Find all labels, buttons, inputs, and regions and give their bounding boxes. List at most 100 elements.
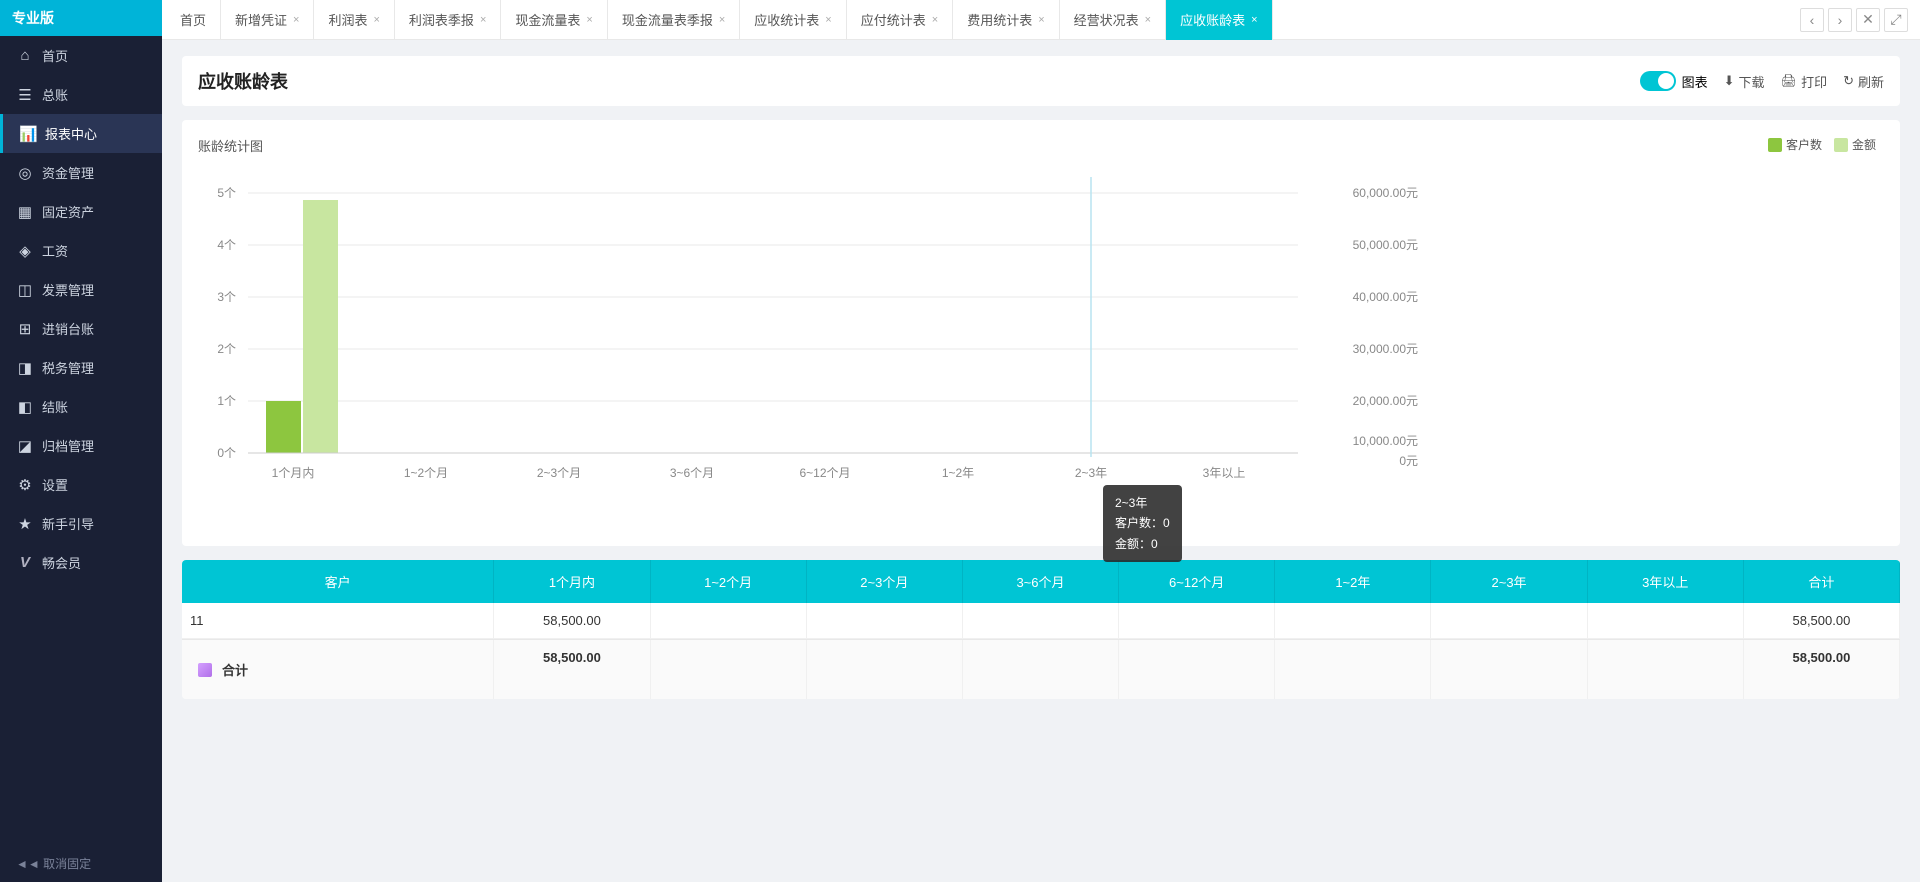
tab-profit-close[interactable]: × <box>373 14 379 26</box>
tab-ar-age-label: 应收账龄表 <box>1180 10 1245 29</box>
sidebar-label-funds: 资金管理 <box>42 163 94 182</box>
tab-home-label: 首页 <box>180 10 206 29</box>
total-m12 <box>651 640 807 699</box>
svg-text:40,000.00元: 40,000.00元 <box>1353 290 1418 304</box>
tab-home[interactable]: 首页 <box>166 0 221 40</box>
legend-amount: 金额 <box>1834 136 1876 153</box>
tab-biz[interactable]: 经营状况表 × <box>1060 0 1166 40</box>
vip-icon: V <box>16 554 34 571</box>
tab-profit-q[interactable]: 利润表季报 × <box>395 0 501 40</box>
tab-expand-btn[interactable]: ⤢ <box>1884 8 1908 32</box>
chart-toggle-group: 图表 <box>1640 71 1708 91</box>
tab-profit-label: 利润表 <box>328 10 367 29</box>
td-m36-0 <box>963 603 1119 638</box>
tab-profit-q-label: 利润表季报 <box>409 10 474 29</box>
page-header: 应收账龄表 图表 ⬇ 下载 🖨 打印 ↻ 刷新 <box>182 56 1900 106</box>
sidebar-item-assets[interactable]: ▦ 固定资产 <box>0 192 162 231</box>
sidebar-item-guide[interactable]: ★ 新手引导 <box>0 504 162 543</box>
sidebar-item-salary[interactable]: ◈ 工资 <box>0 231 162 270</box>
tax-icon: ◨ <box>16 359 34 377</box>
tab-cashflow[interactable]: 现金流量表 × <box>501 0 607 40</box>
tab-nav-controls: ‹ › ✕ ⤢ <box>1792 8 1916 32</box>
table-header: 客户 1个月内 1~2个月 2~3个月 3~6个月 6~12个月 1~2年 2~… <box>182 560 1900 603</box>
funds-icon: ◎ <box>16 164 34 182</box>
tab-profit-q-close[interactable]: × <box>480 14 486 26</box>
chart-area: 账龄统计图 客户数 金额 5个 4个 3个 2个 1个 <box>182 120 1900 546</box>
sidebar-item-ledger[interactable]: ☰ 总账 <box>0 75 162 114</box>
print-icon: 🖨 <box>1781 73 1798 89</box>
page-body: 应收账龄表 图表 ⬇ 下载 🖨 打印 ↻ 刷新 <box>162 40 1920 882</box>
svg-text:2~3个月: 2~3个月 <box>537 466 581 480</box>
unpin-sidebar-btn[interactable]: ◄◄ 取消固定 <box>0 845 162 882</box>
chart-toggle[interactable] <box>1640 71 1676 91</box>
total-icon <box>198 663 212 677</box>
legend-amount-dot <box>1834 138 1848 152</box>
sidebar-item-closing[interactable]: ◧ 结账 <box>0 387 162 426</box>
reports-icon: 📊 <box>19 125 37 143</box>
tab-ar-age[interactable]: 应收账龄表 × <box>1166 0 1272 40</box>
tab-ar-stat[interactable]: 应收统计表 × <box>740 0 846 40</box>
tab-ar-age-close[interactable]: × <box>1251 14 1257 26</box>
tab-expense-close[interactable]: × <box>1038 14 1044 26</box>
sidebar-item-reports[interactable]: 📊 报表中心 <box>0 114 162 153</box>
tab-ar-stat-close[interactable]: × <box>825 14 831 26</box>
total-m23 <box>807 640 963 699</box>
sidebar-item-tax[interactable]: ◨ 税务管理 <box>0 348 162 387</box>
sidebar-label-settings: 设置 <box>42 475 68 494</box>
sidebar-label-invoice: 发票管理 <box>42 280 94 299</box>
tab-profit[interactable]: 利润表 × <box>314 0 394 40</box>
tooltip-amount: 金额：0 <box>1115 534 1170 554</box>
td-customer-0: 11 <box>182 603 494 638</box>
td-m1-0: 58,500.00 <box>494 603 650 638</box>
svg-text:6~12个月: 6~12个月 <box>799 466 850 480</box>
tab-prev-btn[interactable]: ‹ <box>1800 8 1824 32</box>
tab-cashflow-q[interactable]: 现金流量表季报 × <box>608 0 740 40</box>
tab-expense[interactable]: 费用统计表 × <box>953 0 1059 40</box>
assets-icon: ▦ <box>16 203 34 221</box>
legend-customer-dot <box>1768 138 1782 152</box>
tab-cashflow-close[interactable]: × <box>586 14 592 26</box>
sidebar-label-reports: 报表中心 <box>45 124 97 143</box>
tab-biz-label: 经营状况表 <box>1074 10 1139 29</box>
th-m12: 1~2个月 <box>651 560 807 603</box>
sidebar-label-guide: 新手引导 <box>42 514 94 533</box>
home-icon: ⌂ <box>16 47 34 64</box>
sidebar-item-sales[interactable]: ⊞ 进销台账 <box>0 309 162 348</box>
svg-text:1~2个月: 1~2个月 <box>404 466 448 480</box>
tab-ap-stat-close[interactable]: × <box>932 14 938 26</box>
sidebar-label-closing: 结账 <box>42 397 68 416</box>
tab-next-btn[interactable]: › <box>1828 8 1852 32</box>
tab-voucher-close[interactable]: × <box>293 14 299 26</box>
sidebar-item-settings[interactable]: ⚙ 设置 <box>0 465 162 504</box>
svg-text:1个月内: 1个月内 <box>272 466 315 480</box>
th-y23: 2~3年 <box>1431 560 1587 603</box>
total-label-cell: 合计 <box>182 640 494 699</box>
print-btn[interactable]: 🖨 打印 <box>1781 72 1828 91</box>
refresh-btn[interactable]: ↻ 刷新 <box>1843 72 1884 91</box>
refresh-icon: ↻ <box>1843 73 1854 89</box>
print-label: 打印 <box>1801 72 1827 91</box>
sidebar-item-home[interactable]: ⌂ 首页 <box>0 36 162 75</box>
sidebar-label-salary: 工资 <box>42 241 68 260</box>
th-m612: 6~12个月 <box>1119 560 1275 603</box>
tab-bar: 首页 新增凭证 × 利润表 × 利润表季报 × 现金流量表 × 现金流量表季报 … <box>162 0 1920 40</box>
sidebar-item-invoice[interactable]: ◫ 发票管理 <box>0 270 162 309</box>
tab-ap-stat[interactable]: 应付统计表 × <box>847 0 953 40</box>
td-m612-0 <box>1119 603 1275 638</box>
refresh-label: 刷新 <box>1858 72 1884 91</box>
td-m23-0 <box>807 603 963 638</box>
sidebar-item-vip[interactable]: V 畅会员 <box>0 543 162 582</box>
tab-biz-close[interactable]: × <box>1145 14 1151 26</box>
tab-cashflow-q-close[interactable]: × <box>719 14 725 26</box>
sidebar-item-archive[interactable]: ◪ 归档管理 <box>0 426 162 465</box>
bar-amount-0 <box>303 200 338 453</box>
total-total: 58,500.00 <box>1744 640 1900 699</box>
download-btn[interactable]: ⬇ 下载 <box>1724 72 1765 91</box>
tab-voucher[interactable]: 新增凭证 × <box>221 0 314 40</box>
salary-icon: ◈ <box>16 242 34 260</box>
svg-text:4个: 4个 <box>217 238 236 252</box>
total-m36 <box>963 640 1119 699</box>
tab-close-all-btn[interactable]: ✕ <box>1856 8 1880 32</box>
ledger-icon: ☰ <box>16 86 34 104</box>
sidebar-item-funds[interactable]: ◎ 资金管理 <box>0 153 162 192</box>
